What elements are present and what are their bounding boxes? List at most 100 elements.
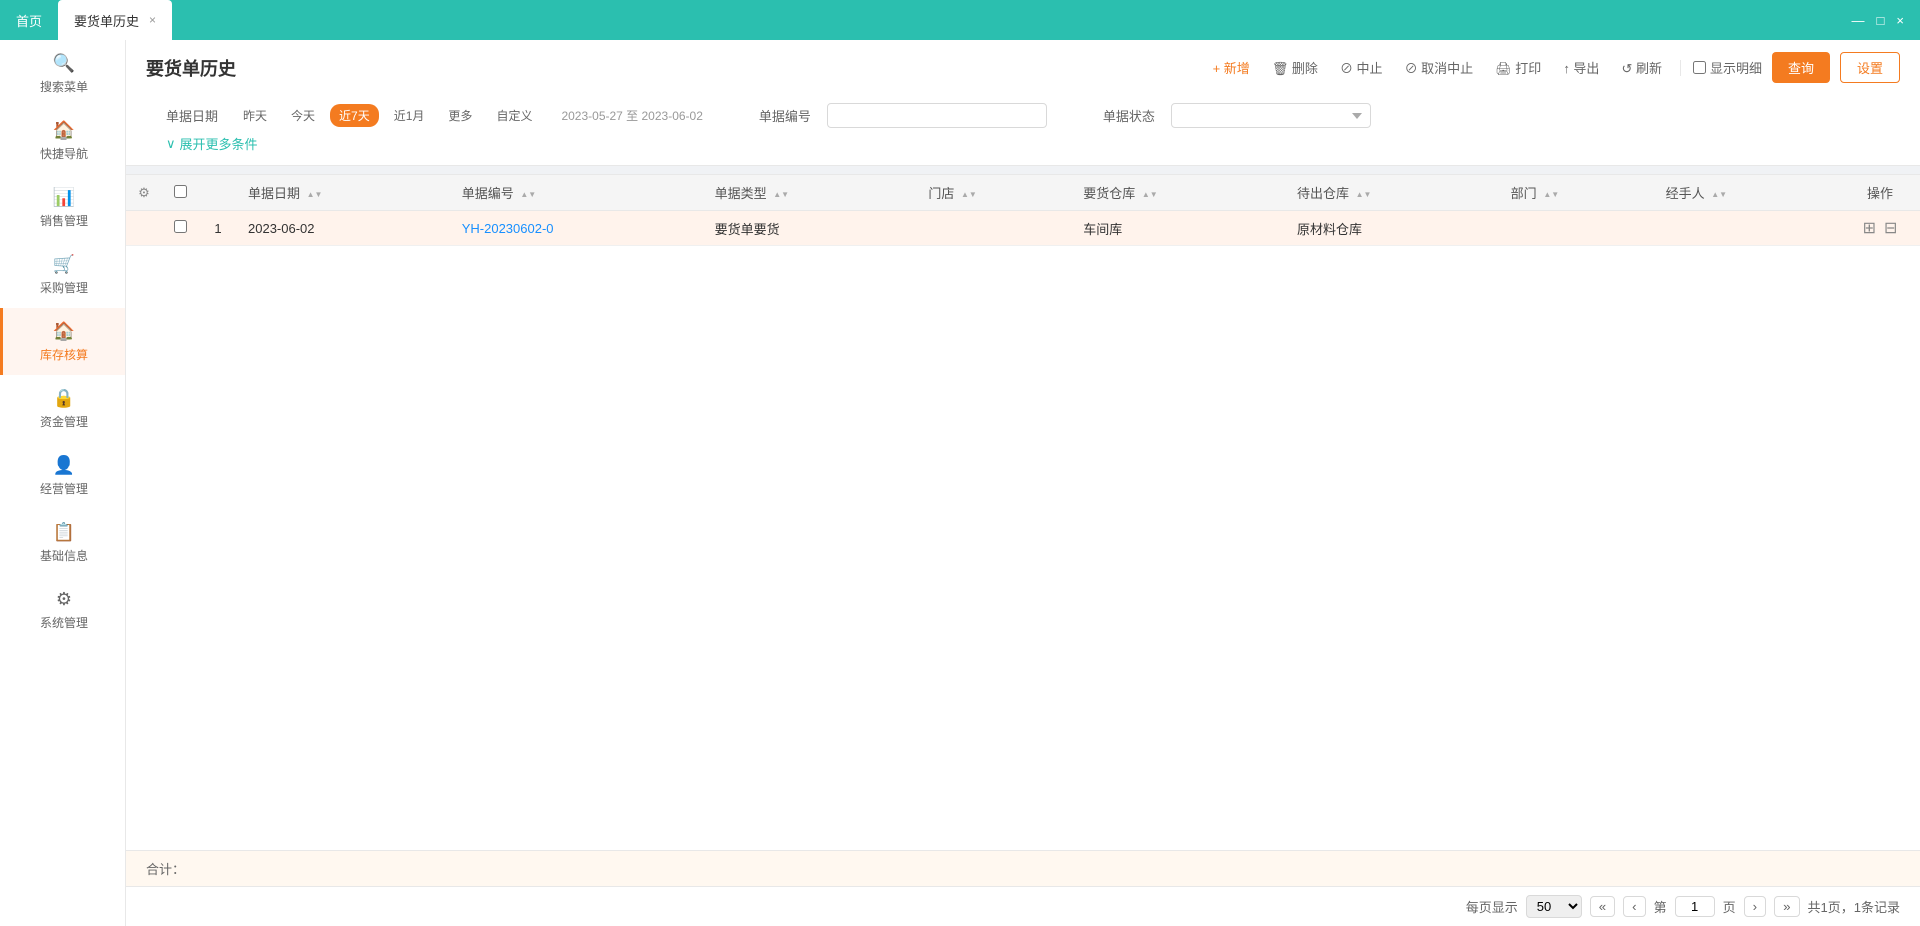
row-handler-cell	[1656, 211, 1840, 246]
date-btn-yesterday[interactable]: 昨天	[234, 104, 276, 127]
stop-button[interactable]: ⊘ 中止	[1334, 54, 1389, 81]
sort-pending-wh-icon[interactable]: ▲▼	[1356, 190, 1372, 199]
row-billno-link[interactable]: YH-20230602-0	[462, 221, 554, 236]
select-all-checkbox[interactable]	[174, 185, 187, 198]
bill-no-input[interactable]	[827, 103, 1047, 128]
row-store-cell	[918, 211, 1073, 246]
expand-filter-btn[interactable]: ∨ 展开更多条件	[166, 134, 1900, 153]
gear-icon: ⚙	[53, 588, 75, 610]
sort-type-icon[interactable]: ▲▼	[773, 190, 789, 199]
tab-close-icon[interactable]: ×	[149, 13, 156, 27]
sidebar-item-quicknav[interactable]: 🏠 快捷导航	[0, 107, 125, 174]
filter-area: 单据日期 昨天 今天 近7天 近1月 更多 自定义 2023-05-27 至 2…	[146, 93, 1900, 165]
col-checkbox	[162, 175, 198, 211]
page-number-input[interactable]	[1675, 896, 1715, 917]
export-button[interactable]: ↑ 导出	[1557, 54, 1605, 81]
sidebar-item-finance[interactable]: 🔒 资金管理	[0, 375, 125, 442]
col-type: 单据类型 ▲▼	[705, 175, 919, 211]
delete-button[interactable]: 🗑 删除	[1266, 54, 1324, 81]
toolbar: + 新增 🗑 删除 ⊘ 中止 ⊘ 取消中止 🖨 打印 ↑ 导出 ↺ 刷新 显示明…	[1207, 52, 1900, 83]
print-button[interactable]: 🖨 打印	[1489, 54, 1547, 81]
content-area: 要货单历史 + 新增 🗑 删除 ⊘ 中止 ⊘ 取消中止 🖨 打印 ↑ 导出 ↺ …	[126, 40, 1920, 926]
col-num	[198, 175, 238, 211]
data-table: ⚙ 单据日期 ▲▼ 单据编号 ▲▼	[126, 175, 1920, 246]
table-header-row: ⚙ 单据日期 ▲▼ 单据编号 ▲▼	[126, 175, 1920, 211]
sidebar-item-quicknav-label: 快捷导航	[40, 145, 88, 162]
window-close[interactable]: ×	[1896, 13, 1904, 28]
top-bar: 首页 要货单历史 × — □ ×	[0, 0, 1920, 40]
cancel-stop-button[interactable]: ⊘ 取消中止	[1399, 54, 1480, 81]
search-icon: 🔍	[53, 52, 75, 74]
sidebar-item-inventory[interactable]: 🏠 库存核算	[0, 308, 125, 375]
row-ops-cell: ⊞ ⊟	[1840, 211, 1920, 246]
date-btn-custom[interactable]: 自定义	[487, 104, 541, 127]
last-page-button[interactable]: »	[1774, 896, 1799, 917]
query-button[interactable]: 查询	[1772, 52, 1830, 83]
page-size-label: 每页显示	[1466, 897, 1518, 916]
sort-billno-icon[interactable]: ▲▼	[520, 190, 536, 199]
col-handler: 经手人 ▲▼	[1656, 175, 1840, 211]
col-dept-label: 部门	[1511, 186, 1537, 201]
inventory-icon: 🏠	[53, 320, 75, 342]
date-btn-more[interactable]: 更多	[439, 104, 481, 127]
sidebar-item-sales[interactable]: 📊 销售管理	[0, 174, 125, 241]
expand-filter-label: 展开更多条件	[180, 134, 258, 153]
sidebar-item-basic-label: 基础信息	[40, 547, 88, 564]
settings-button[interactable]: 设置	[1840, 52, 1900, 83]
col-settings[interactable]: ⚙	[126, 175, 162, 211]
sort-date-icon[interactable]: ▲▼	[307, 190, 323, 199]
prev-page-button[interactable]: ‹	[1623, 896, 1645, 917]
col-ops-label: 操作	[1867, 186, 1893, 201]
date-btn-1month[interactable]: 近1月	[385, 104, 434, 127]
show-detail-checkbox-input[interactable]	[1693, 61, 1706, 74]
sidebar-item-system[interactable]: ⚙ 系统管理	[0, 576, 125, 643]
tab-yaohuodan[interactable]: 要货单历史 ×	[58, 0, 172, 40]
row-date-cell: 2023-06-02	[238, 211, 452, 246]
first-page-button[interactable]: «	[1590, 896, 1615, 917]
date-btn-today[interactable]: 今天	[282, 104, 324, 127]
row-checkbox[interactable]	[174, 220, 187, 233]
row-settings-cell	[126, 211, 162, 246]
sort-store-icon[interactable]: ▲▼	[961, 190, 977, 199]
tab-home[interactable]: 首页	[0, 0, 58, 40]
sidebar-item-basic[interactable]: 📋 基础信息	[0, 509, 125, 576]
date-shortcuts: 昨天 今天 近7天 近1月 更多 自定义	[234, 104, 541, 127]
next-page-button[interactable]: ›	[1744, 896, 1766, 917]
show-detail-label: 显示明细	[1710, 58, 1762, 77]
sort-handler-icon[interactable]: ▲▼	[1711, 190, 1727, 199]
col-store-label: 门店	[928, 186, 954, 201]
row-edit-icon[interactable]: ⊞	[1863, 218, 1876, 238]
sort-dept-icon[interactable]: ▲▼	[1543, 190, 1559, 199]
row-pending-wh: 原材料仓库	[1297, 222, 1362, 237]
table-row: 1 2023-06-02 YH-20230602-0 要货单要货	[126, 211, 1920, 246]
page-title: 要货单历史	[146, 55, 236, 81]
col-pending-wh: 待出仓库 ▲▼	[1287, 175, 1501, 211]
refresh-button[interactable]: ↺ 刷新	[1615, 54, 1668, 81]
table-container: ⚙ 单据日期 ▲▼ 单据编号 ▲▼	[126, 174, 1920, 850]
date-btn-7days[interactable]: 近7天	[330, 104, 379, 127]
tab-yaohuodan-label: 要货单历史	[74, 11, 139, 30]
row-req-wh-cell: 车间库	[1073, 211, 1287, 246]
row-type-cell: 要货单要货	[705, 211, 919, 246]
main-layout: 🔍 搜索菜单 🏠 快捷导航 📊 销售管理 🛒 采购管理 🏠 库存核算 🔒 资金管…	[0, 40, 1920, 926]
col-handler-label: 经手人	[1666, 186, 1705, 201]
chart-icon: 📊	[53, 186, 75, 208]
status-select[interactable]	[1171, 103, 1371, 128]
show-detail-toggle[interactable]: 显示明细	[1693, 58, 1762, 77]
tab-bar: 首页 要货单历史 ×	[0, 0, 1852, 40]
sort-req-wh-icon[interactable]: ▲▼	[1142, 190, 1158, 199]
page-size-select[interactable]: 20 50 100	[1526, 895, 1582, 918]
col-type-label: 单据类型	[715, 186, 767, 201]
window-maximize[interactable]: □	[1877, 13, 1885, 28]
window-controls: — □ ×	[1852, 13, 1920, 28]
new-button[interactable]: + 新增	[1207, 54, 1256, 81]
sidebar: 🔍 搜索菜单 🏠 快捷导航 📊 销售管理 🛒 采购管理 🏠 库存核算 🔒 资金管…	[0, 40, 126, 926]
window-minimize[interactable]: —	[1852, 13, 1865, 28]
sidebar-item-purchase[interactable]: 🛒 采购管理	[0, 241, 125, 308]
sidebar-item-operation[interactable]: 👤 经营管理	[0, 442, 125, 509]
date-range-display: 2023-05-27 至 2023-06-02	[561, 107, 702, 124]
sidebar-item-search[interactable]: 🔍 搜索菜单	[0, 40, 125, 107]
row-more-icon[interactable]: ⊟	[1884, 218, 1897, 238]
col-dept: 部门 ▲▼	[1501, 175, 1656, 211]
sidebar-item-system-label: 系统管理	[40, 614, 88, 631]
